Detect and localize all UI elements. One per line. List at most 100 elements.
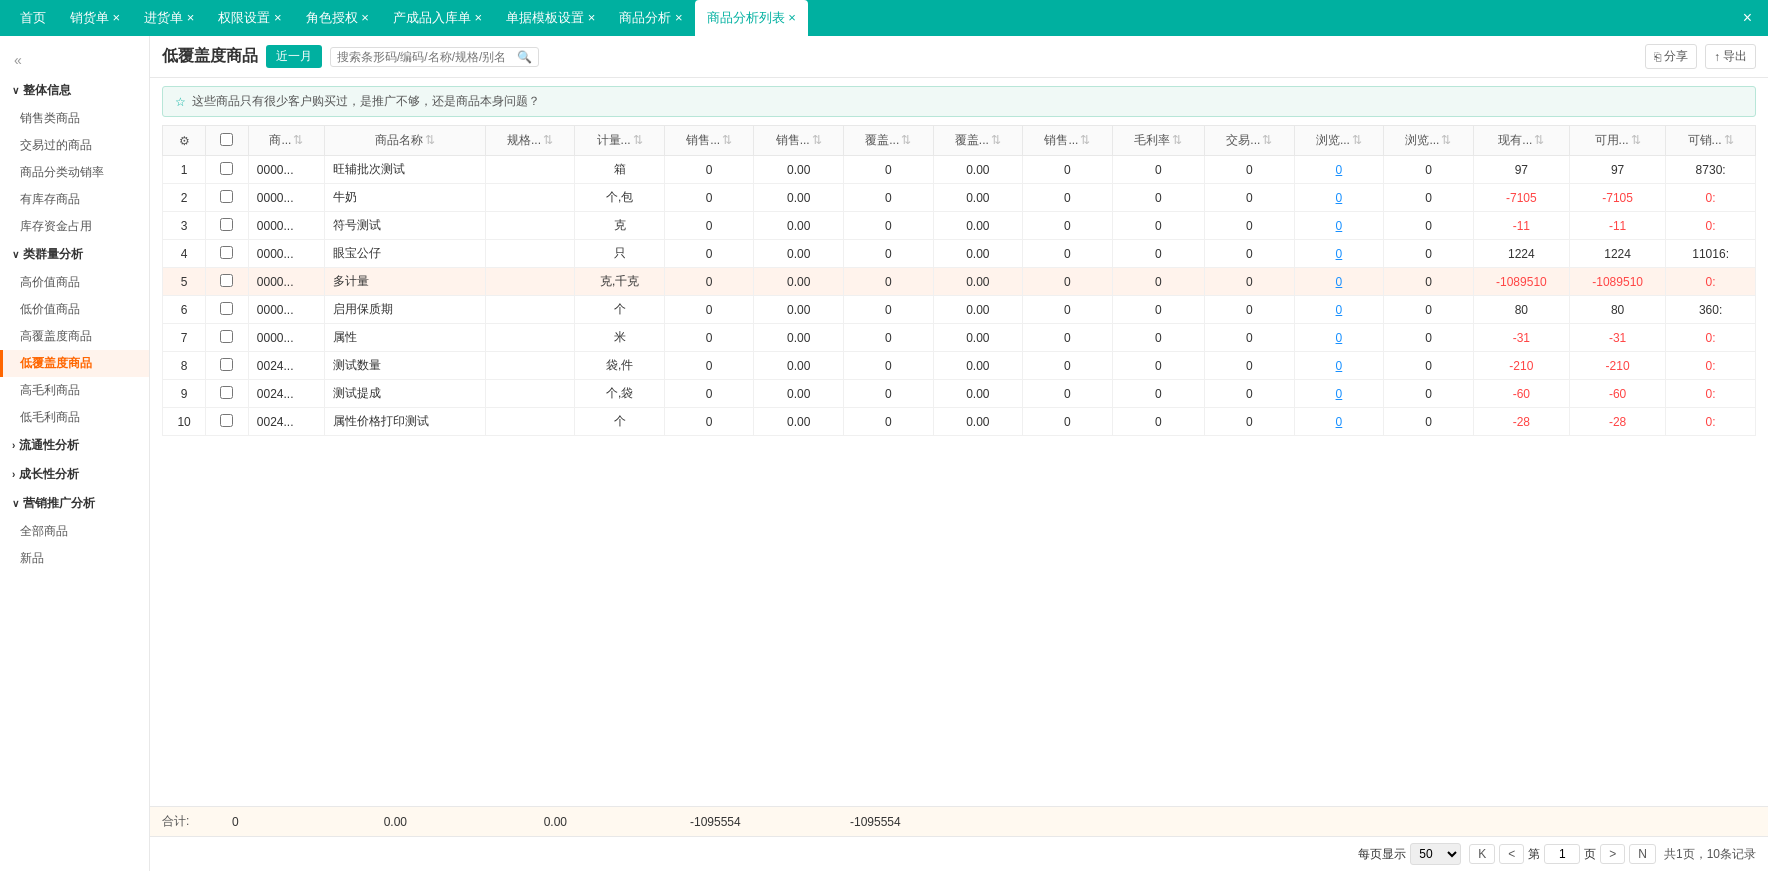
page-number-input[interactable]	[1544, 844, 1580, 864]
row-checkbox-5[interactable]	[220, 302, 233, 315]
row-checkbox-6[interactable]	[220, 330, 233, 343]
col-settings[interactable]: ⚙	[163, 126, 206, 156]
row-checkbox-cell[interactable]	[206, 268, 249, 296]
col-gross[interactable]: 毛利率⇅	[1112, 126, 1204, 156]
sidebar-item-stock-capital[interactable]: 库存资金占用	[0, 213, 149, 240]
nav-template[interactable]: 单据模板设置 ×	[494, 0, 607, 36]
col-cov2[interactable]: 覆盖...⇅	[933, 126, 1023, 156]
row-name[interactable]: 属性	[325, 324, 486, 352]
row-name[interactable]: 属性价格打印测试	[325, 408, 486, 436]
prev-page-button[interactable]: <	[1499, 844, 1524, 864]
row-checkbox-cell[interactable]	[206, 156, 249, 184]
nav-permission[interactable]: 权限设置 ×	[206, 0, 293, 36]
col-sales-amt[interactable]: 销售...⇅	[754, 126, 844, 156]
row-name[interactable]: 启用保质期	[325, 296, 486, 324]
row-checkbox-cell[interactable]	[206, 380, 249, 408]
col-spec[interactable]: 规格...⇅	[485, 126, 575, 156]
row-browse1[interactable]: 0	[1294, 268, 1384, 296]
col-browse1[interactable]: 浏览...⇅	[1294, 126, 1384, 156]
row-checkbox-2[interactable]	[220, 218, 233, 231]
sidebar-item-low-margin[interactable]: 低毛利商品	[0, 404, 149, 431]
footer-stock: -1095554	[685, 815, 745, 829]
sidebar-item-high-coverage[interactable]: 高覆盖度商品	[0, 323, 149, 350]
sidebar-item-new-goods[interactable]: 新品	[0, 545, 149, 572]
search-input[interactable]	[337, 50, 517, 64]
nav-home[interactable]: 首页	[8, 0, 58, 36]
row-checkbox-cell[interactable]	[206, 324, 249, 352]
sidebar-item-stocked-goods[interactable]: 有库存商品	[0, 186, 149, 213]
nav-sales[interactable]: 销货单 ×	[58, 0, 132, 36]
row-browse1[interactable]: 0	[1294, 324, 1384, 352]
sidebar-item-high-value[interactable]: 高价值商品	[0, 269, 149, 296]
row-browse1[interactable]: 0	[1294, 240, 1384, 268]
row-name[interactable]: 符号测试	[325, 212, 486, 240]
col-cov1[interactable]: 覆盖...⇅	[843, 126, 933, 156]
col-sales-qty[interactable]: 销售...⇅	[664, 126, 754, 156]
sidebar-section-group-title[interactable]: ∨ 类群量分析	[0, 240, 149, 269]
row-checkbox-cell[interactable]	[206, 240, 249, 268]
nav-product-analysis[interactable]: 商品分析 ×	[607, 0, 694, 36]
col-unit[interactable]: 计量...⇅	[575, 126, 665, 156]
first-page-button[interactable]: K	[1469, 844, 1495, 864]
sidebar-item-traded-goods[interactable]: 交易过的商品	[0, 132, 149, 159]
row-checkbox-cell[interactable]	[206, 296, 249, 324]
row-browse1[interactable]: 0	[1294, 380, 1384, 408]
row-browse1[interactable]: 0	[1294, 184, 1384, 212]
sidebar-section-growth-title[interactable]: › 成长性分析	[0, 460, 149, 489]
col-stock[interactable]: 现有...⇅	[1473, 126, 1569, 156]
row-browse1[interactable]: 0	[1294, 212, 1384, 240]
page-size-select[interactable]: 20 50 100	[1410, 843, 1461, 865]
row-browse1[interactable]: 0	[1294, 156, 1384, 184]
select-all-checkbox[interactable]	[220, 133, 233, 146]
col-saleable[interactable]: 可销...⇅	[1666, 126, 1756, 156]
export-button[interactable]: ↑ 导出	[1705, 44, 1756, 69]
row-checkbox-0[interactable]	[220, 162, 233, 175]
row-checkbox-1[interactable]	[220, 190, 233, 203]
row-browse1[interactable]: 0	[1294, 408, 1384, 436]
sidebar-item-sales-goods[interactable]: 销售类商品	[0, 105, 149, 132]
row-checkbox-3[interactable]	[220, 246, 233, 259]
col-name[interactable]: 商品名称⇅	[325, 126, 486, 156]
row-checkbox-7[interactable]	[220, 358, 233, 371]
sidebar-section-overall-title[interactable]: ∨ 整体信息	[0, 76, 149, 105]
sidebar-collapse-button[interactable]: «	[8, 50, 28, 70]
sidebar-item-category-rate[interactable]: 商品分类动销率	[0, 159, 149, 186]
sidebar-item-high-margin[interactable]: 高毛利商品	[0, 377, 149, 404]
row-checkbox-cell[interactable]	[206, 184, 249, 212]
share-button[interactable]: ⎗ 分享	[1645, 44, 1697, 69]
row-checkbox-9[interactable]	[220, 414, 233, 427]
row-checkbox-cell[interactable]	[206, 352, 249, 380]
row-name[interactable]: 牛奶	[325, 184, 486, 212]
nav-product-storage[interactable]: 产成品入库单 ×	[381, 0, 494, 36]
search-icon[interactable]: 🔍	[517, 50, 532, 64]
sidebar-item-low-coverage[interactable]: 低覆盖度商品	[0, 350, 149, 377]
row-checkbox-cell[interactable]	[206, 212, 249, 240]
row-checkbox-cell[interactable]	[206, 408, 249, 436]
col-sales-other[interactable]: 销售...⇅	[1023, 126, 1113, 156]
row-name[interactable]: 眼宝公仔	[325, 240, 486, 268]
col-checkbox[interactable]	[206, 126, 249, 156]
col-trans[interactable]: 交易...⇅	[1205, 126, 1295, 156]
row-browse1[interactable]: 0	[1294, 296, 1384, 324]
row-checkbox-8[interactable]	[220, 386, 233, 399]
row-name[interactable]: 旺辅批次测试	[325, 156, 486, 184]
row-checkbox-4[interactable]	[220, 274, 233, 287]
last-page-button[interactable]: N	[1629, 844, 1656, 864]
col-browse2[interactable]: 浏览...⇅	[1384, 126, 1474, 156]
nav-purchase[interactable]: 进货单 ×	[132, 0, 206, 36]
row-name[interactable]: 测试数量	[325, 352, 486, 380]
time-filter-button[interactable]: 近一月	[266, 45, 322, 68]
row-name[interactable]: 多计量	[325, 268, 486, 296]
col-avail[interactable]: 可用...⇅	[1570, 126, 1666, 156]
row-name[interactable]: 测试提成	[325, 380, 486, 408]
sidebar-item-low-value[interactable]: 低价值商品	[0, 296, 149, 323]
sidebar-section-marketing-title[interactable]: ∨ 营销推广分析	[0, 489, 149, 518]
next-page-button[interactable]: >	[1600, 844, 1625, 864]
nav-product-analysis-list[interactable]: 商品分析列表 ×	[695, 0, 808, 36]
sidebar-section-flow-title[interactable]: › 流通性分析	[0, 431, 149, 460]
col-code[interactable]: 商...⇅	[248, 126, 324, 156]
close-button[interactable]: ×	[1735, 9, 1760, 27]
sidebar-item-all-goods[interactable]: 全部商品	[0, 518, 149, 545]
row-browse1[interactable]: 0	[1294, 352, 1384, 380]
nav-role[interactable]: 角色授权 ×	[294, 0, 381, 36]
